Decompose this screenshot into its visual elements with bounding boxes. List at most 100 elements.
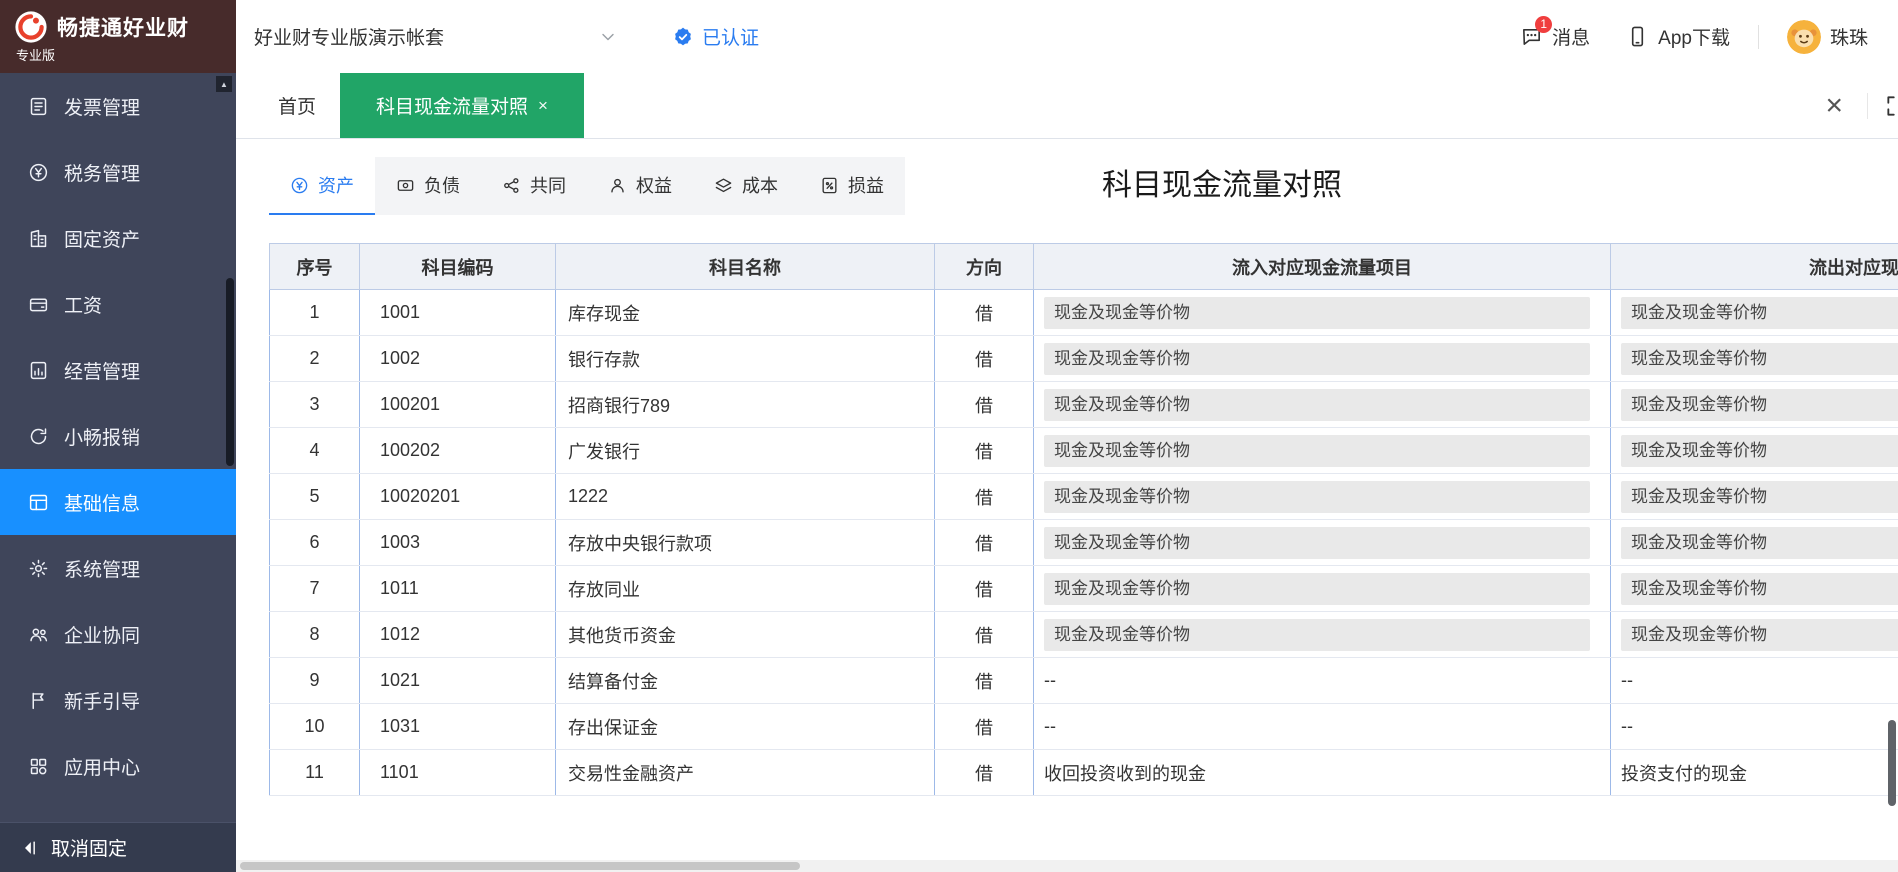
- table-header-cell: 科目名称: [555, 243, 935, 290]
- table-row: 3 100201 招商银行789 借 现金及现金等价物 现金及现金等价物: [269, 381, 1898, 428]
- outflow-field[interactable]: 现金及现金等价物: [1621, 618, 1898, 651]
- cell-seq: 3: [269, 381, 360, 428]
- sidebar-scroll-up-arrow[interactable]: ▲: [216, 76, 232, 92]
- sidebar-item-label: 新手引导: [64, 691, 141, 713]
- table-row: 11 1101 交易性金融资产 借 收回投资收到的现金 投资支付的现金: [269, 749, 1898, 796]
- cell-direction: 借: [934, 381, 1034, 428]
- inflow-field[interactable]: 现金及现金等价物: [1044, 572, 1590, 605]
- cell-seq: 2: [269, 335, 360, 382]
- app-center-icon: [28, 756, 49, 777]
- cell-code: 1012: [359, 611, 556, 658]
- inflow-field[interactable]: 现金及现金等价物: [1044, 388, 1590, 421]
- profit-loss-icon: [820, 176, 839, 195]
- cell-name: 银行存款: [555, 335, 935, 382]
- cell-outflow: 现金及现金等价物: [1610, 427, 1898, 474]
- sidebar-scrollbar-thumb[interactable]: [226, 278, 234, 466]
- tab-1[interactable]: 首页: [254, 73, 340, 138]
- basic-info-icon: [28, 492, 49, 513]
- category-tab-label: 权益: [636, 176, 672, 196]
- sidebar-item-4[interactable]: 工资: [0, 271, 236, 337]
- unpin-sidebar-button[interactable]: 取消固定: [0, 822, 236, 872]
- sidebar-item-1[interactable]: 发票管理: [0, 73, 236, 139]
- table-row: 10 1031 存出保证金 借 -- --: [269, 703, 1898, 750]
- category-tab-5[interactable]: 成本: [693, 157, 799, 215]
- cell-seq: 7: [269, 565, 360, 612]
- open-tabs-bar: 首页 科目现金流量对照 × ×: [236, 73, 1898, 139]
- category-tab-2[interactable]: 负债: [375, 157, 481, 215]
- cell-name: 结算备付金: [555, 657, 935, 704]
- unpin-sidebar-label: 取消固定: [51, 839, 128, 860]
- brand-logo-block: 畅捷通好业财 专业版: [0, 0, 236, 73]
- sidebar-item-8[interactable]: 系统管理: [0, 535, 236, 601]
- category-tab-6[interactable]: 损益: [799, 157, 905, 215]
- messages-count-badge: 1: [1535, 16, 1553, 33]
- messages-button[interactable]: 1 消息: [1520, 16, 1590, 50]
- cell-name: 存放中央银行款项: [555, 519, 935, 566]
- cell-name: 存放同业: [555, 565, 935, 612]
- sidebar-item-7[interactable]: 基础信息: [0, 469, 236, 535]
- category-tab-4[interactable]: 权益: [587, 157, 693, 215]
- category-tab-label: 负债: [424, 176, 460, 196]
- cell-seq: 5: [269, 473, 360, 520]
- vertical-scrollbar-thumb[interactable]: [1888, 720, 1896, 806]
- verified-badge[interactable]: 已认证: [672, 23, 759, 50]
- cell-seq: 10: [269, 703, 360, 750]
- outflow-field[interactable]: 现金及现金等价物: [1621, 342, 1898, 375]
- cell-direction: 借: [934, 519, 1034, 566]
- table-row: 7 1011 存放同业 借 现金及现金等价物 现金及现金等价物: [269, 565, 1898, 612]
- inflow-field[interactable]: 现金及现金等价物: [1044, 618, 1590, 651]
- close-tab-icon[interactable]: ×: [1825, 90, 1843, 121]
- cell-inflow: --: [1033, 703, 1611, 750]
- account-set-select[interactable]: 好业财专业版演示帐套: [254, 23, 618, 50]
- sidebar-item-10[interactable]: 新手引导: [0, 667, 236, 733]
- cell-outflow: --: [1610, 703, 1898, 750]
- tab-2[interactable]: 科目现金流量对照 ×: [340, 73, 584, 138]
- sidebar-item-6[interactable]: 小畅报销: [0, 403, 236, 469]
- horizontal-scrollbar-thumb[interactable]: [240, 862, 800, 870]
- tab-close-icon[interactable]: ×: [538, 96, 548, 116]
- cell-inflow: 现金及现金等价物: [1033, 289, 1611, 336]
- cell-code: 100202: [359, 427, 556, 474]
- outflow-field[interactable]: 现金及现金等价物: [1621, 434, 1898, 467]
- vertical-scrollbar[interactable]: [1886, 139, 1898, 860]
- horizontal-scrollbar[interactable]: [236, 860, 1898, 872]
- sidebar-item-3[interactable]: 固定资产: [0, 205, 236, 271]
- inflow-field[interactable]: 现金及现金等价物: [1044, 296, 1590, 329]
- topbar-divider: [1757, 24, 1759, 49]
- page-title: 科目现金流量对照: [1102, 169, 1342, 202]
- outflow-field[interactable]: 现金及现金等价物: [1621, 526, 1898, 559]
- inflow-field[interactable]: 现金及现金等价物: [1044, 526, 1590, 559]
- table-row: 5 10020201 1222 借 现金及现金等价物 现金及现金等价物: [269, 473, 1898, 520]
- inflow-field[interactable]: 现金及现金等价物: [1044, 342, 1590, 375]
- sidebar-item-2[interactable]: 税务管理: [0, 139, 236, 205]
- app-download-button[interactable]: App下载: [1626, 23, 1730, 50]
- category-tab-1[interactable]: 资产: [269, 157, 375, 215]
- brand-logo-icon: [14, 10, 48, 44]
- verified-label: 已认证: [702, 28, 760, 49]
- outflow-field[interactable]: 现金及现金等价物: [1621, 572, 1898, 605]
- message-icon: 1: [1520, 16, 1553, 48]
- fullscreen-icon[interactable]: [1884, 93, 1898, 119]
- tab-label: 科目现金流量对照: [376, 97, 529, 118]
- cell-outflow: 现金及现金等价物: [1610, 611, 1898, 658]
- inflow-field[interactable]: 现金及现金等价物: [1044, 434, 1590, 467]
- cell-outflow: 现金及现金等价物: [1610, 519, 1898, 566]
- user-menu[interactable]: 珠珠: [1786, 19, 1868, 54]
- inflow-field[interactable]: 现金及现金等价物: [1044, 480, 1590, 513]
- table-header-cell: 序号: [269, 243, 360, 290]
- outflow-field[interactable]: 现金及现金等价物: [1621, 296, 1898, 329]
- outflow-field[interactable]: 现金及现金等价物: [1621, 388, 1898, 421]
- cell-name: 库存现金: [555, 289, 935, 336]
- cost-icon: [714, 176, 733, 195]
- sidebar-item-5[interactable]: 经营管理: [0, 337, 236, 403]
- cell-outflow: 现金及现金等价物: [1610, 565, 1898, 612]
- tax-icon: [28, 162, 49, 183]
- cell-name: 交易性金融资产: [555, 749, 935, 796]
- sidebar-item-9[interactable]: 企业协同: [0, 601, 236, 667]
- cell-direction: 借: [934, 749, 1034, 796]
- outflow-field[interactable]: 现金及现金等价物: [1621, 480, 1898, 513]
- brand-edition: 专业版: [16, 48, 56, 63]
- sidebar-item-11[interactable]: 应用中心: [0, 733, 236, 799]
- collapse-pin-icon: [20, 838, 40, 858]
- category-tab-3[interactable]: 共同: [481, 157, 587, 215]
